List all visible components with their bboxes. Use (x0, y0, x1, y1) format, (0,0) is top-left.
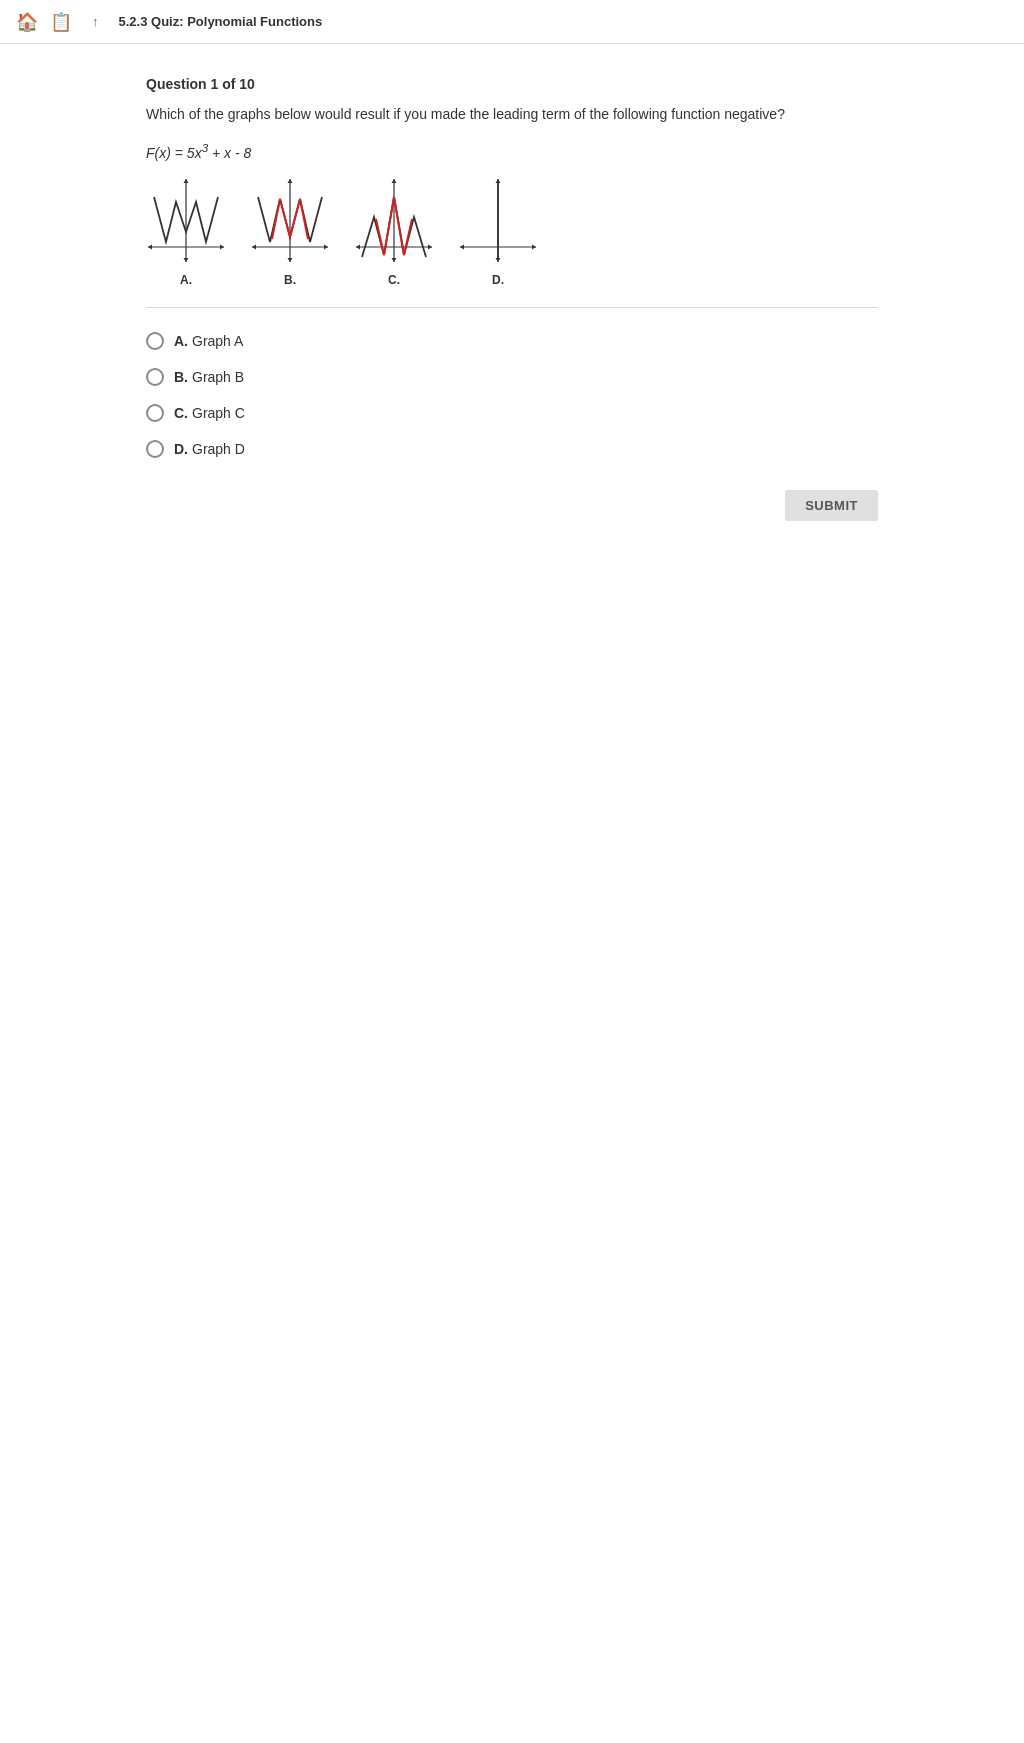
graph-d-label: D. (492, 273, 504, 287)
navbar: 🏠 📋 ↑ 5.2.3 Quiz: Polynomial Functions (0, 0, 1024, 44)
svg-marker-13 (428, 244, 432, 249)
option-d-text: D.Graph D (174, 441, 245, 457)
svg-marker-4 (184, 179, 189, 183)
option-a-text: A.Graph A (174, 333, 243, 349)
option-b[interactable]: B.Graph B (146, 368, 878, 386)
svg-marker-1 (220, 244, 224, 249)
submit-row: SUBMIT (146, 490, 878, 521)
graph-c-label: C. (388, 273, 400, 287)
svg-marker-17 (392, 258, 397, 262)
svg-marker-7 (324, 244, 328, 249)
home-icon[interactable]: 🏠 (16, 11, 38, 33)
svg-marker-8 (252, 244, 256, 249)
svg-marker-16 (392, 179, 397, 183)
graph-b: B. (250, 177, 330, 287)
svg-marker-10 (288, 179, 293, 183)
nav-arrow-icon: ↑ (92, 14, 99, 29)
svg-marker-14 (356, 244, 360, 249)
option-c[interactable]: C.Graph C (146, 404, 878, 422)
submit-button[interactable]: SUBMIT (785, 490, 878, 521)
svg-marker-11 (288, 258, 293, 262)
option-a-radio[interactable] (146, 332, 164, 350)
upload-icon[interactable]: 📋 (50, 11, 72, 33)
graph-b-label: B. (284, 273, 296, 287)
function-text: F(x) = 5x3 + x - 8 (146, 141, 878, 161)
svg-marker-19 (532, 244, 536, 249)
navbar-icons: 🏠 📋 (16, 11, 72, 33)
option-c-radio[interactable] (146, 404, 164, 422)
option-c-text: C.Graph C (174, 405, 245, 421)
svg-marker-2 (148, 244, 152, 249)
graph-a: A. (146, 177, 226, 287)
question-text: Which of the graphs below would result i… (146, 104, 878, 125)
svg-marker-5 (184, 258, 189, 262)
option-b-text: B.Graph B (174, 369, 244, 385)
svg-marker-20 (460, 244, 464, 249)
option-d-radio[interactable] (146, 440, 164, 458)
options-container: A.Graph A B.Graph B C.Graph C D.Graph D (146, 332, 878, 458)
option-d[interactable]: D.Graph D (146, 440, 878, 458)
graph-d: D. (458, 177, 538, 287)
navbar-title: 5.2.3 Quiz: Polynomial Functions (119, 14, 323, 29)
main-content: Question 1 of 10 Which of the graphs bel… (122, 44, 902, 553)
option-b-radio[interactable] (146, 368, 164, 386)
graph-c: C. (354, 177, 434, 287)
option-a[interactable]: A.Graph A (146, 332, 878, 350)
graph-a-label: A. (180, 273, 192, 287)
graphs-area: A. B. (146, 177, 878, 308)
question-label: Question 1 of 10 (146, 76, 878, 92)
